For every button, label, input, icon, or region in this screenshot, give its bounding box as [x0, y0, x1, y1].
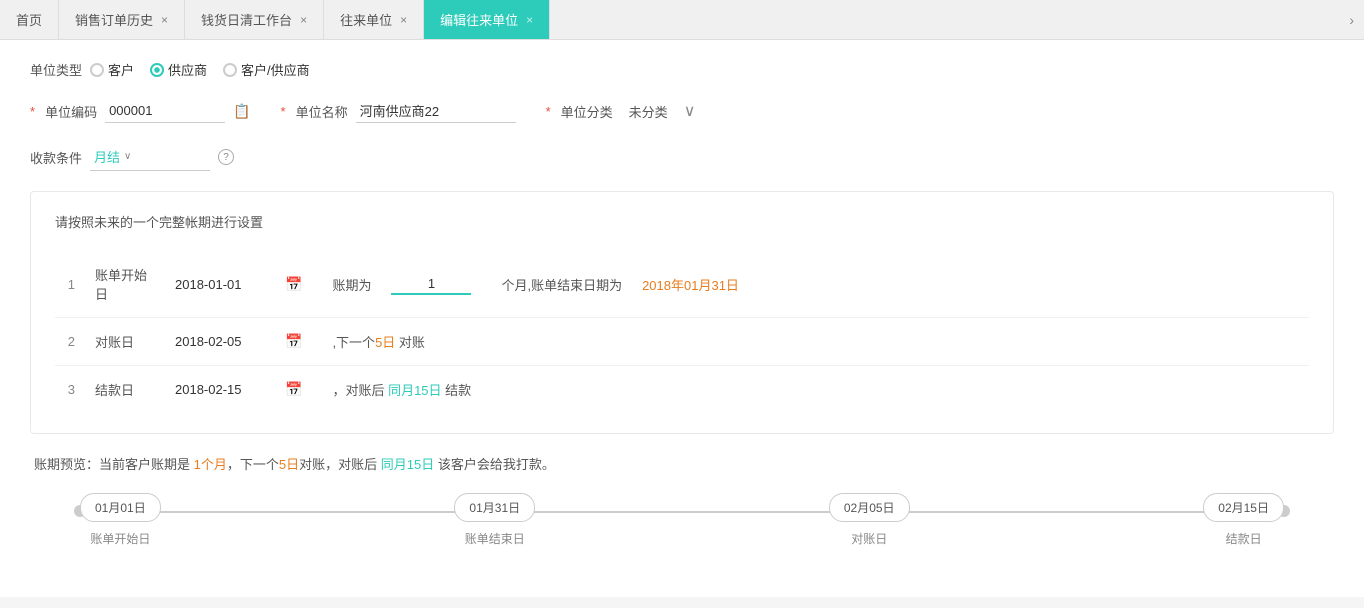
unit-name-input[interactable]: [356, 99, 516, 123]
radio-label-customer: 客户: [108, 60, 134, 79]
radio-circle-supplier: [150, 63, 164, 77]
step-period-label: 账期为: [332, 275, 371, 294]
payment-terms-select[interactable]: 月结 ∨: [90, 143, 210, 171]
unit-code-field: * 单位编码 📋: [30, 99, 251, 123]
copy-icon[interactable]: 📋: [233, 103, 250, 120]
tab-close-cash-workbench[interactable]: ×: [300, 13, 307, 27]
timeline-label-1: 账单开始日: [90, 530, 150, 547]
radio-circle-both: [223, 63, 237, 77]
unit-type-field: 单位类型 客户 供应商 客户/供应商: [30, 60, 310, 79]
required-star-name: *: [281, 104, 286, 119]
step3-info: ，对账后 同月15日 结款: [332, 380, 471, 399]
period-settings-box: 请按照未来的一个完整帐期进行设置 1 账单开始日 2018-01-01 📅 账期…: [30, 191, 1334, 434]
step-period-unit: 个月,账单结束日期为: [501, 275, 622, 294]
tab-partner-unit[interactable]: 往来单位 ×: [324, 0, 424, 39]
radio-label-both: 客户/供应商: [241, 60, 310, 79]
timeline-label-2: 账单结束日: [465, 530, 525, 547]
step-date-2: 2018-02-05: [175, 334, 265, 349]
timeline-label-3: 对账日: [851, 530, 887, 547]
unit-type-label: 单位类型: [30, 60, 82, 79]
preview-period: 1个月: [194, 457, 227, 472]
unit-name-label: 单位名称: [296, 102, 348, 121]
timeline-badge-2: 01月31日: [454, 493, 535, 522]
step3-highlight: 同月15日: [388, 383, 441, 398]
step-num-3: 3: [55, 382, 75, 397]
tabs-bar: 首页 销售订单历史 × 钱货日清工作台 × 往来单位 × 编辑往来单位 × ›: [0, 0, 1364, 40]
unit-type-row: 单位类型 客户 供应商 客户/供应商: [30, 60, 1334, 79]
unit-code-label: 单位编码: [45, 102, 97, 121]
unit-code-input[interactable]: [105, 99, 225, 123]
step2-highlight: 5日: [375, 335, 395, 350]
timeline-badge-3: 02月05日: [829, 493, 910, 522]
step-label-2: 对账日: [95, 332, 155, 351]
timeline-node-2: 01月31日 账单结束日: [454, 493, 535, 547]
step-num-2: 2: [55, 334, 75, 349]
period-end-date: 2018年01月31日: [642, 275, 739, 294]
timeline-node-4: 02月15日 结款日: [1203, 493, 1284, 547]
step-label-3: 结款日: [95, 380, 155, 399]
step-row-1: 1 账单开始日 2018-01-01 📅 账期为 个月,账单结束日期为 2018…: [55, 251, 1309, 318]
step-row-3: 3 结款日 2018-02-15 📅 ，对账后 同月15日 结款: [55, 366, 1309, 413]
payment-terms-row: 收款条件 月结 ∨ ?: [30, 143, 1334, 171]
radio-label-supplier: 供应商: [168, 60, 207, 79]
step2-info: ,下一个5日 对账: [332, 332, 424, 351]
section-intro: 请按照未来的一个完整帐期进行设置: [55, 212, 1309, 231]
timeline-container: 01月01日 账单开始日 01月31日 账单结束日 02月05日 对账日 02月…: [30, 493, 1334, 577]
payment-terms-field: 收款条件 月结 ∨ ?: [30, 143, 234, 171]
unit-category-field: * 单位分类 未分类 ∨: [546, 101, 696, 121]
radio-customer[interactable]: 客户: [90, 60, 134, 79]
category-dropdown-arrow[interactable]: ∨: [684, 101, 696, 121]
tab-close-partner-unit[interactable]: ×: [400, 13, 407, 27]
unit-category-value: 未分类: [629, 102, 668, 121]
tab-close-edit-partner[interactable]: ×: [526, 13, 533, 27]
step-num-1: 1: [55, 277, 75, 292]
cal-icon-1[interactable]: 📅: [285, 276, 302, 293]
cal-icon-2[interactable]: 📅: [285, 333, 302, 350]
step-label-1: 账单开始日: [95, 265, 155, 303]
help-icon[interactable]: ?: [218, 149, 234, 165]
timeline-node-1: 01月01日 账单开始日: [80, 493, 161, 547]
unit-category-label: 单位分类: [561, 102, 613, 121]
timeline-label-4: 结款日: [1226, 530, 1262, 547]
radio-circle-customer: [90, 63, 104, 77]
timeline-line: [80, 511, 1284, 513]
preview-text: 账期预览：当前客户账期是 1个月，下一个5日对账，对账后 同月15日 该客户会给…: [30, 454, 1334, 473]
main-content: 单位类型 客户 供应商 客户/供应商 * 单位编码: [0, 40, 1364, 597]
step-date-3: 2018-02-15: [175, 382, 265, 397]
tab-edit-partner[interactable]: 编辑往来单位 ×: [424, 0, 550, 39]
cal-icon-3[interactable]: 📅: [285, 381, 302, 398]
timeline-node-3: 02月05日 对账日: [829, 493, 910, 547]
payment-terms-dropdown-arrow: ∨: [124, 151, 131, 162]
tabs-more-arrow[interactable]: ›: [1339, 12, 1364, 28]
tab-close-sales-history[interactable]: ×: [161, 13, 168, 27]
radio-supplier[interactable]: 供应商: [150, 60, 207, 79]
payment-terms-label: 收款条件: [30, 148, 82, 167]
preview-payment-day: 同月15日: [381, 457, 434, 472]
tab-home[interactable]: 首页: [0, 0, 59, 39]
step-row-2: 2 对账日 2018-02-05 📅 ,下一个5日 对账: [55, 318, 1309, 366]
timeline-badge-4: 02月15日: [1203, 493, 1284, 522]
required-star-category: *: [546, 104, 551, 119]
tab-sales-history[interactable]: 销售订单历史 ×: [59, 0, 185, 39]
tab-cash-workbench[interactable]: 钱货日清工作台 ×: [185, 0, 324, 39]
radio-group: 客户 供应商 客户/供应商: [90, 60, 310, 79]
required-star-code: *: [30, 104, 35, 119]
payment-terms-value: 月结: [94, 147, 120, 166]
timeline-badge-1: 01月01日: [80, 493, 161, 522]
step-date-1: 2018-01-01: [175, 277, 265, 292]
preview-day: 5日: [279, 457, 299, 472]
unit-info-row: * 单位编码 📋 * 单位名称 * 单位分类 未分类 ∨: [30, 99, 1334, 123]
period-value-input[interactable]: [391, 274, 471, 295]
unit-name-field: * 单位名称: [281, 99, 516, 123]
radio-both[interactable]: 客户/供应商: [223, 60, 310, 79]
